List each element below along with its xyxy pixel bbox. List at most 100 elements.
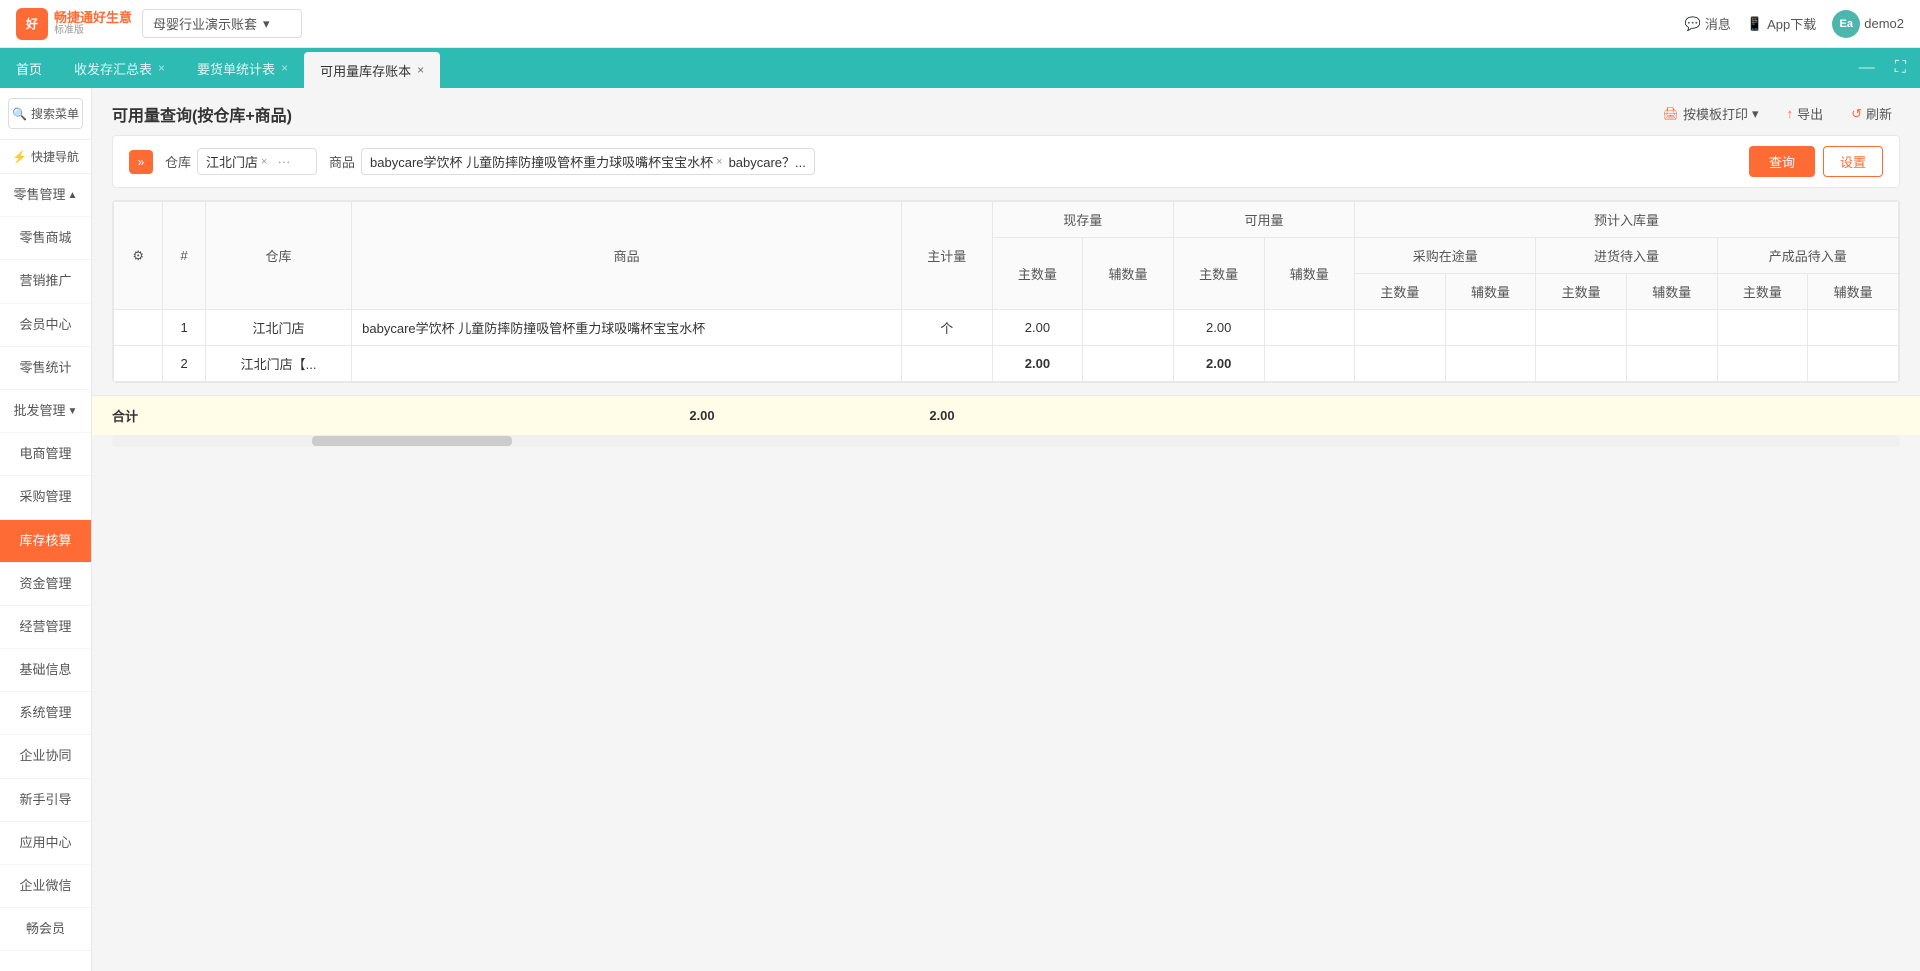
sidebar-item-purchase[interactable]: 采购管理 <box>0 476 91 519</box>
sidebar-item-wechat[interactable]: 企业微信 <box>0 865 91 908</box>
td-current-aux-1 <box>1083 310 1174 346</box>
logo-icon: 好 <box>16 8 48 40</box>
sidebar-item-finance-label: 资金管理 <box>19 575 71 593</box>
table-row: 2 江北门店【... 2.00 2.00 <box>114 346 1899 382</box>
td-product-aux-2 <box>1808 346 1899 382</box>
product-label: 商品 <box>329 152 355 171</box>
sidebar-search-area: 🔍 搜索菜单 <box>0 88 91 140</box>
sidebar-item-member[interactable]: 会员中心 <box>0 304 91 347</box>
sidebar-item-retail-mall-label: 零售商城 <box>19 229 71 247</box>
message-label: 消息 <box>1705 14 1731 33</box>
top-bar-right: 💬 消息 📱 App下载 Ea demo2 <box>1685 10 1904 38</box>
download-icon: 📱 <box>1747 16 1763 32</box>
td-purchase-main-1 <box>1355 310 1446 346</box>
th-product-pending-aux: 辅数量 <box>1808 274 1899 310</box>
th-available-main: 主数量 <box>1173 238 1264 310</box>
warehouse-value-field[interactable]: 江北门店 × ··· <box>197 148 317 175</box>
sidebar-item-member-label: 会员中心 <box>19 316 71 334</box>
user-area[interactable]: Ea demo2 <box>1832 10 1904 38</box>
sidebar-item-retail-stats[interactable]: 零售统计 <box>0 347 91 390</box>
page-header: 可用量查询(按仓库+商品) 🖨 按模板打印 ▾ ↑ 导出 ↺ 刷新 <box>92 88 1920 135</box>
sidebar-item-enterprise-label: 企业协同 <box>19 747 71 765</box>
warehouse-tag-remove[interactable]: × <box>261 156 267 168</box>
td-product-main-1 <box>1717 310 1808 346</box>
sidebar-item-wholesale-label: 批发管理 <box>14 402 66 420</box>
th-index: # <box>163 202 206 310</box>
total-available-main: 2.00 <box>852 408 1032 423</box>
sidebar-item-member2[interactable]: 畅会员 <box>0 908 91 951</box>
search-menu-button[interactable]: 🔍 搜索菜单 <box>8 98 83 129</box>
filter-expand-button[interactable]: » <box>129 150 153 174</box>
tab-home[interactable]: 首页 <box>0 48 58 88</box>
td-goods-main-1 <box>1536 310 1627 346</box>
sidebar-item-basic-label: 基础信息 <box>19 661 71 679</box>
product-value-field[interactable]: babycare学饮杯 儿童防摔防撞吸管杯重力球吸嘴杯宝宝水杯 × babyca… <box>361 148 815 175</box>
tab-orders[interactable]: 要货单统计表 × <box>181 48 304 88</box>
sidebar-item-operations-label: 经营管理 <box>19 618 71 636</box>
tab-receipts[interactable]: 收发存汇总表 × <box>58 48 181 88</box>
total-current-main: 2.00 <box>612 408 792 423</box>
td-current-main-2: 2.00 <box>992 346 1083 382</box>
message-button[interactable]: 💬 消息 <box>1685 14 1731 33</box>
sidebar-item-operations[interactable]: 经营管理 <box>0 606 91 649</box>
tab-maximize-button[interactable]: ⛶ <box>1889 55 1912 81</box>
td-settings-1 <box>114 310 163 346</box>
filter-actions: 查询 设置 <box>1749 146 1883 177</box>
td-index-1: 1 <box>163 310 206 346</box>
th-available-group: 可用量 <box>1173 202 1354 238</box>
sidebar-item-retail[interactable]: 零售管理 ▲ <box>0 174 91 217</box>
warehouse-tag: 江北门店 × <box>206 152 267 171</box>
sidebar-item-app-center[interactable]: 应用中心 <box>0 822 91 865</box>
sidebar-item-finance[interactable]: 资金管理 <box>0 563 91 606</box>
td-product-2 <box>352 346 902 382</box>
sidebar-item-newbie[interactable]: 新手引导 <box>0 779 91 822</box>
tab-orders-close[interactable]: × <box>281 61 288 75</box>
td-unit-1: 个 <box>902 310 993 346</box>
chevron-down-icon: ▼ <box>68 406 78 417</box>
quick-nav-button[interactable]: ⚡ 快捷导航 <box>0 140 91 174</box>
filter-bar: » 仓库 江北门店 × ··· 商品 babycare学饮杯 儿童防摔防撞吸管杯… <box>112 135 1900 188</box>
tab-inventory[interactable]: 可用量库存账本 × <box>304 52 440 88</box>
horizontal-scrollbar[interactable] <box>112 435 1900 447</box>
sidebar-item-inventory[interactable]: 库存核算 <box>0 520 91 563</box>
query-button[interactable]: 查询 <box>1749 146 1815 177</box>
print-button[interactable]: 🖨 按模板打印 ▾ <box>1655 100 1767 127</box>
sidebar-item-enterprise[interactable]: 企业协同 <box>0 735 91 778</box>
td-purchase-main-2 <box>1355 346 1446 382</box>
page-actions: 🖨 按模板打印 ▾ ↑ 导出 ↺ 刷新 <box>1655 100 1901 127</box>
logo-text-area: 畅捷通好生意 标准版 <box>54 10 132 38</box>
sidebar-item-app-center-label: 应用中心 <box>19 834 71 852</box>
td-index-2: 2 <box>163 346 206 382</box>
user-name: demo2 <box>1864 16 1904 31</box>
th-goods-pending-main: 主数量 <box>1536 274 1627 310</box>
sidebar-item-system[interactable]: 系统管理 <box>0 692 91 735</box>
refresh-icon: ↺ <box>1851 106 1862 122</box>
product-tag-1-remove[interactable]: × <box>716 156 722 168</box>
td-available-main-2: 2.00 <box>1173 346 1264 382</box>
store-name: 母婴行业演示账套 <box>153 14 257 33</box>
store-selector[interactable]: 母婴行业演示账套 ▾ <box>142 9 302 38</box>
export-button[interactable]: ↑ 导出 <box>1779 100 1832 127</box>
tab-receipts-close[interactable]: × <box>158 61 165 75</box>
th-purchase-onway-group: 采购在途量 <box>1355 238 1536 274</box>
tab-minimize-button[interactable]: — <box>1853 55 1881 81</box>
sidebar-item-basic[interactable]: 基础信息 <box>0 649 91 692</box>
sidebar-item-retail-mall[interactable]: 零售商城 <box>0 217 91 260</box>
refresh-button[interactable]: ↺ 刷新 <box>1843 100 1900 127</box>
product-tag-2-text: babycare？... <box>729 152 806 171</box>
avatar: Ea <box>1832 10 1860 38</box>
logo-area: 好 畅捷通好生意 标准版 <box>16 8 132 40</box>
sidebar-item-marketing[interactable]: 营销推广 <box>0 260 91 303</box>
sidebar-item-ecommerce[interactable]: 电商管理 <box>0 433 91 476</box>
scrollbar-thumb[interactable] <box>312 436 512 446</box>
sidebar-item-wholesale[interactable]: 批发管理 ▼ <box>0 390 91 433</box>
app-download-button[interactable]: 📱 App下载 <box>1747 14 1816 33</box>
td-product-main-2 <box>1717 346 1808 382</box>
setting-button[interactable]: 设置 <box>1823 146 1883 177</box>
main-layout: 🔍 搜索菜单 ⚡ 快捷导航 零售管理 ▲ 零售商城 营销推广 会员中心 零售统计 <box>0 88 1920 971</box>
td-purchase-aux-2 <box>1445 346 1536 382</box>
tab-inventory-close[interactable]: × <box>417 63 424 77</box>
total-label: 合计 <box>112 406 612 425</box>
th-settings[interactable]: ⚙ <box>114 202 163 310</box>
sidebar-item-newbie-label: 新手引导 <box>19 791 71 809</box>
